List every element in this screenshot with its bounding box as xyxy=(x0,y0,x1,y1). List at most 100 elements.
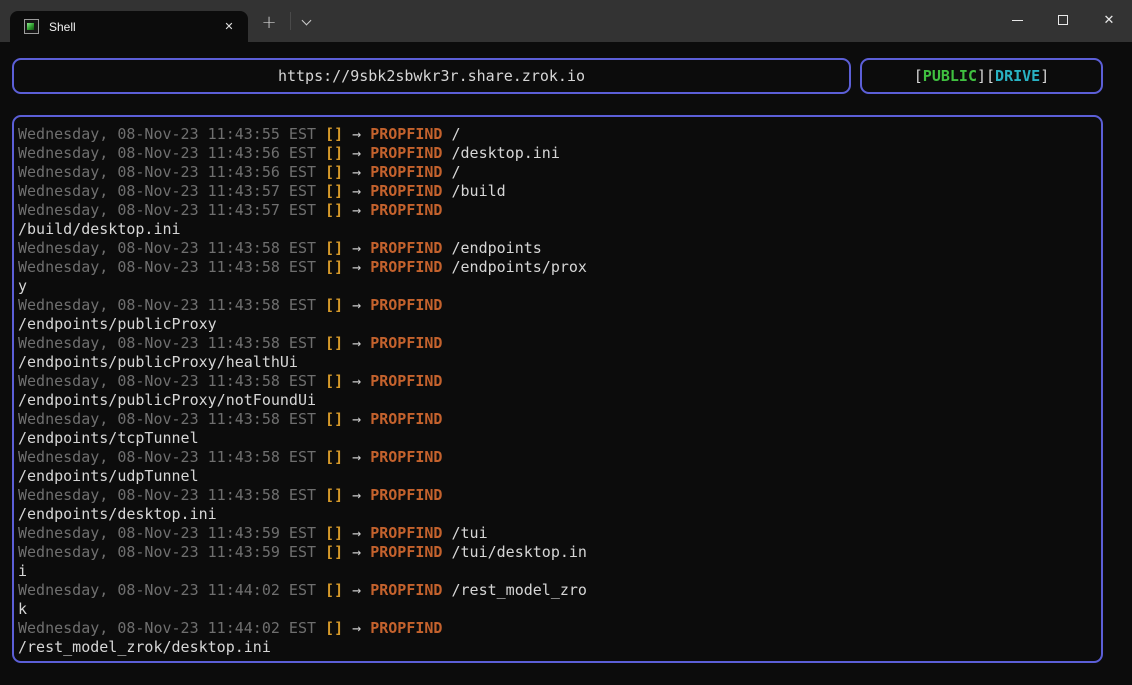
log-bracket: [] xyxy=(325,125,344,143)
log-timestamp: Wednesday, 08-Nov-23 11:43:58 EST xyxy=(18,296,317,314)
log-path-continuation: /endpoints/udpTunnel xyxy=(18,467,199,485)
log-bracket: [] xyxy=(325,581,344,599)
log-path-continuation: /endpoints/desktop.ini xyxy=(18,505,217,523)
log-path-continuation: /endpoints/publicProxy/notFoundUi xyxy=(18,391,317,409)
log-timestamp: Wednesday, 08-Nov-23 11:43:57 EST xyxy=(18,201,317,219)
log-method: PROPFIND xyxy=(370,144,443,162)
maximize-icon xyxy=(1058,15,1068,25)
log-method: PROPFIND xyxy=(370,581,443,599)
log-path-continuation: y xyxy=(18,277,28,295)
window-close-button[interactable]: ✕ xyxy=(1086,0,1132,40)
log-method: PROPFIND xyxy=(370,163,443,181)
tab-shell[interactable]: Shell ✕ xyxy=(10,11,248,42)
close-icon: ✕ xyxy=(1103,12,1115,28)
log-row: /rest_model_zrok/desktop.ini xyxy=(18,638,1101,657)
log-bracket: [] xyxy=(325,258,344,276)
log-method: PROPFIND xyxy=(370,619,443,637)
chevron-down-icon xyxy=(301,15,311,25)
log-path-continuation: /endpoints/publicProxy/healthUi xyxy=(18,353,298,371)
badge-bracket: ] xyxy=(1040,67,1050,85)
log-row: /endpoints/publicProxy/notFoundUi xyxy=(18,391,1101,410)
log-method: PROPFIND xyxy=(370,334,443,352)
log-row: Wednesday, 08-Nov-23 11:43:58 EST [] → P… xyxy=(18,486,1101,505)
log-timestamp: Wednesday, 08-Nov-23 11:44:02 EST xyxy=(18,581,317,599)
arrow-right-icon: → xyxy=(352,448,362,466)
log-bracket: [] xyxy=(325,201,344,219)
log-row: Wednesday, 08-Nov-23 11:43:57 EST [] → P… xyxy=(18,201,1101,220)
tab-title: Shell xyxy=(49,19,76,34)
badge-bracket: ] xyxy=(976,67,987,85)
arrow-right-icon: → xyxy=(352,182,362,200)
share-url-box: https://9sbk2sbwkr3r.share.zrok.io xyxy=(12,58,851,94)
log-timestamp: Wednesday, 08-Nov-23 11:43:58 EST xyxy=(18,239,317,257)
terminal-content: https://9sbk2sbwkr3r.share.zrok.io [ PUBL… xyxy=(0,42,1132,685)
log-method: PROPFIND xyxy=(370,182,443,200)
log-timestamp: Wednesday, 08-Nov-23 11:43:57 EST xyxy=(18,182,317,200)
tab-dropdown-button[interactable] xyxy=(293,8,319,36)
log-timestamp: Wednesday, 08-Nov-23 11:43:58 EST xyxy=(18,334,317,352)
log-path: / xyxy=(451,163,461,181)
new-tab-button[interactable]: + xyxy=(254,8,284,36)
log-method: PROPFIND xyxy=(370,524,443,542)
log-path: /rest_model_zro xyxy=(451,581,587,599)
arrow-right-icon: → xyxy=(352,201,362,219)
log-row: Wednesday, 08-Nov-23 11:43:59 EST [] → P… xyxy=(18,524,1101,543)
arrow-right-icon: → xyxy=(352,486,362,504)
log-timestamp: Wednesday, 08-Nov-23 11:43:58 EST xyxy=(18,258,317,276)
arrow-right-icon: → xyxy=(352,163,362,181)
log-method: PROPFIND xyxy=(370,239,443,257)
log-row: Wednesday, 08-Nov-23 11:43:58 EST [] → P… xyxy=(18,296,1101,315)
log-row: Wednesday, 08-Nov-23 11:43:58 EST [] → P… xyxy=(18,334,1101,353)
log-row: Wednesday, 08-Nov-23 11:44:02 EST [] → P… xyxy=(18,581,1101,600)
log-path-continuation: /endpoints/publicProxy xyxy=(18,315,217,333)
log-path: / xyxy=(451,125,461,143)
minimize-button[interactable] xyxy=(994,0,1040,40)
shell-icon xyxy=(24,19,39,34)
arrow-right-icon: → xyxy=(352,144,362,162)
arrow-right-icon: → xyxy=(352,125,362,143)
terminal-window: Shell ✕ + ✕ https://9sbk2sbwkr3r.share.z… xyxy=(0,0,1132,685)
log-path-continuation: /rest_model_zrok/desktop.ini xyxy=(18,638,271,656)
log-timestamp: Wednesday, 08-Nov-23 11:43:58 EST xyxy=(18,486,317,504)
arrow-right-icon: → xyxy=(352,581,362,599)
log-row: y xyxy=(18,277,1101,296)
badge-public: PUBLIC xyxy=(922,67,977,85)
log-timestamp: Wednesday, 08-Nov-23 11:43:59 EST xyxy=(18,524,317,542)
log-method: PROPFIND xyxy=(370,543,443,561)
log-row: i xyxy=(18,562,1101,581)
log-bracket: [] xyxy=(325,410,344,428)
log-row: /endpoints/publicProxy xyxy=(18,315,1101,334)
log-path-continuation: /endpoints/tcpTunnel xyxy=(18,429,199,447)
log-method: PROPFIND xyxy=(370,486,443,504)
log-row: Wednesday, 08-Nov-23 11:43:57 EST [] → P… xyxy=(18,182,1101,201)
tab-close-button[interactable]: ✕ xyxy=(220,18,238,36)
arrow-right-icon: → xyxy=(352,410,362,428)
maximize-button[interactable] xyxy=(1040,0,1086,40)
log-method: PROPFIND xyxy=(370,125,443,143)
log-row: Wednesday, 08-Nov-23 11:43:58 EST [] → P… xyxy=(18,372,1101,391)
log-bracket: [] xyxy=(325,239,344,257)
request-log-viewport[interactable]: Wednesday, 08-Nov-23 11:43:55 EST [] → P… xyxy=(12,115,1103,663)
log-path-continuation: /build/desktop.ini xyxy=(18,220,181,238)
log-row: /endpoints/udpTunnel xyxy=(18,467,1101,486)
close-icon: ✕ xyxy=(224,20,234,33)
log-bracket: [] xyxy=(325,619,344,637)
arrow-right-icon: → xyxy=(352,372,362,390)
log-bracket: [] xyxy=(325,334,344,352)
arrow-right-icon: → xyxy=(352,524,362,542)
log-timestamp: Wednesday, 08-Nov-23 11:43:56 EST xyxy=(18,163,317,181)
log-path-continuation: i xyxy=(18,562,28,580)
log-row: k xyxy=(18,600,1101,619)
log-row: /endpoints/publicProxy/healthUi xyxy=(18,353,1101,372)
log-timestamp: Wednesday, 08-Nov-23 11:43:55 EST xyxy=(18,125,317,143)
arrow-right-icon: → xyxy=(352,239,362,257)
badge-bracket: [ xyxy=(986,67,996,85)
log-bracket: [] xyxy=(325,296,344,314)
log-method: PROPFIND xyxy=(370,372,443,390)
log-bracket: [] xyxy=(325,144,344,162)
log-row: Wednesday, 08-Nov-23 11:43:56 EST [] → P… xyxy=(18,163,1101,182)
log-bracket: [] xyxy=(325,524,344,542)
log-bracket: [] xyxy=(325,163,344,181)
log-timestamp: Wednesday, 08-Nov-23 11:43:58 EST xyxy=(18,410,317,428)
log-method: PROPFIND xyxy=(370,448,443,466)
